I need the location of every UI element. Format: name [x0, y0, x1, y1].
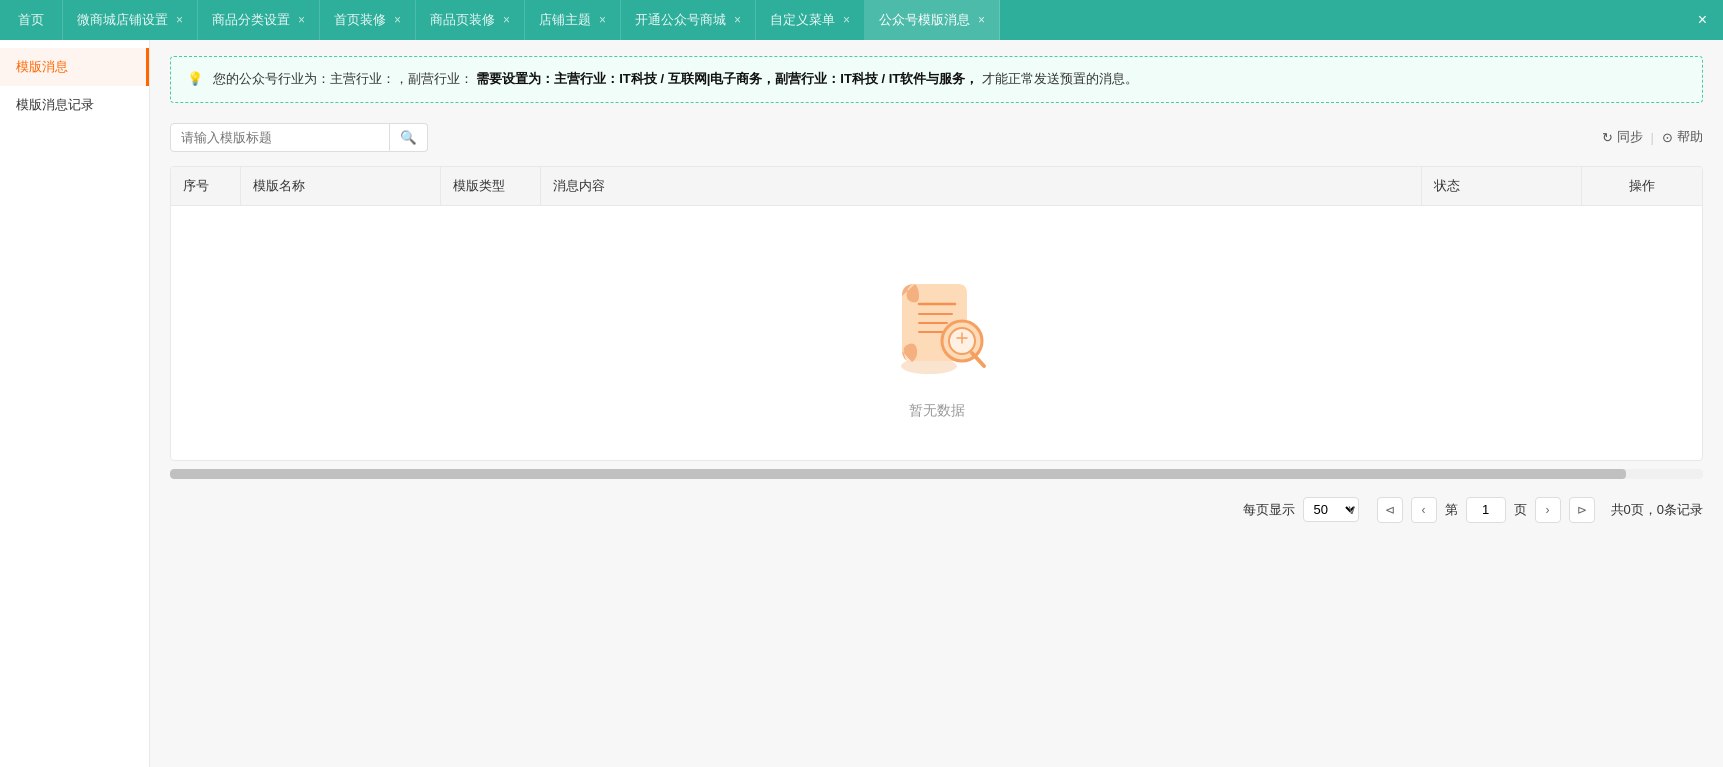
close-open-mall-icon[interactable]: ×	[734, 13, 741, 27]
close-shop-theme-icon[interactable]: ×	[599, 13, 606, 27]
last-page-icon: ⊳	[1577, 503, 1587, 517]
close-product-category-icon[interactable]: ×	[298, 13, 305, 27]
content-area: 💡 您的公众号行业为：主营行业：，副营行业： 需要设置为：主营行业：IT科技 /…	[150, 40, 1723, 767]
scrollbar-thumb[interactable]	[170, 469, 1626, 479]
sidebar-item-template-msg[interactable]: 模版消息	[0, 48, 149, 86]
next-page-button[interactable]: ›	[1535, 497, 1561, 523]
nav-tab-product-decor-label: 商品页装修	[430, 11, 495, 29]
search-right: ↻ 同步 | ⊙ 帮助	[1602, 128, 1703, 146]
nav-tab-weishop[interactable]: 微商城店铺设置 ×	[63, 0, 198, 40]
pagination: 每页显示 50 10 20 100 ∨ ⊲ ‹ 第 页 › ⊳ 共0	[170, 487, 1703, 533]
search-button[interactable]: 🔍	[390, 123, 428, 152]
horizontal-scrollbar[interactable]	[170, 469, 1703, 479]
close-product-decor-icon[interactable]: ×	[503, 13, 510, 27]
nav-tab-custom-menu[interactable]: 自定义菜单 ×	[756, 0, 865, 40]
nav-tab-open-mall[interactable]: 开通公众号商城 ×	[621, 0, 756, 40]
nav-tab-home[interactable]: 首页	[0, 0, 63, 40]
nav-tab-custom-menu-label: 自定义菜单	[770, 11, 835, 29]
th-seq: 序号	[171, 167, 241, 205]
nav-tab-shop-theme-label: 店铺主题	[539, 11, 591, 29]
sidebar-item-template-records[interactable]: 模版消息记录	[0, 86, 149, 124]
sidebar-item-template-records-label: 模版消息记录	[16, 97, 94, 112]
info-banner-suffix: 才能正常发送预置的消息。	[982, 71, 1138, 86]
info-banner-highlight: 需要设置为：主营行业：IT科技 / 互联网|电子商务，副营行业：IT科技 / I…	[476, 71, 978, 86]
table-header: 序号 模版名称 模版类型 消息内容 状态 操作	[171, 167, 1702, 206]
bulb-icon: 💡	[187, 71, 203, 86]
first-page-button[interactable]: ⊲	[1377, 497, 1403, 523]
help-button[interactable]: ⊙ 帮助	[1662, 128, 1703, 146]
close-home-decor-icon[interactable]: ×	[394, 13, 401, 27]
next-page-icon: ›	[1546, 503, 1550, 517]
nav-tab-shop-theme[interactable]: 店铺主题 ×	[525, 0, 621, 40]
nav-tab-product-decor[interactable]: 商品页装修 ×	[416, 0, 525, 40]
nav-tab-home-label: 首页	[18, 11, 44, 29]
help-icon: ⊙	[1662, 130, 1673, 145]
empty-illustration	[877, 266, 997, 386]
th-status: 状态	[1422, 167, 1582, 205]
empty-text: 暂无数据	[909, 402, 965, 420]
help-label: 帮助	[1677, 128, 1703, 146]
main-layout: 模版消息 模版消息记录 💡 您的公众号行业为：主营行业：，副营行业： 需要设置为…	[0, 40, 1723, 767]
prev-page-icon: ‹	[1422, 503, 1426, 517]
per-page-select[interactable]: 50 10 20 100	[1303, 497, 1359, 522]
total-info-label: 共0页，0条记录	[1611, 501, 1703, 519]
sync-button[interactable]: ↻ 同步	[1602, 128, 1643, 146]
close-all-button[interactable]: ×	[1682, 11, 1723, 29]
th-name: 模版名称	[241, 167, 441, 205]
last-page-button[interactable]: ⊳	[1569, 497, 1595, 523]
divider: |	[1651, 130, 1654, 145]
nav-tab-product-category[interactable]: 商品分类设置 ×	[198, 0, 320, 40]
nav-tab-template-msg[interactable]: 公众号模版消息 ×	[865, 0, 1000, 40]
empty-state: 暂无数据	[171, 206, 1702, 460]
nav-tab-home-decor-label: 首页装修	[334, 11, 386, 29]
nav-tab-template-msg-label: 公众号模版消息	[879, 11, 970, 29]
nav-tab-open-mall-label: 开通公众号商城	[635, 11, 726, 29]
th-action: 操作	[1582, 167, 1702, 205]
sidebar: 模版消息 模版消息记录	[0, 40, 150, 767]
data-table: 序号 模版名称 模版类型 消息内容 状态 操作	[170, 166, 1703, 461]
th-type: 模版类型	[441, 167, 541, 205]
prev-page-button[interactable]: ‹	[1411, 497, 1437, 523]
page-unit-label: 页	[1514, 501, 1527, 519]
first-page-icon: ⊲	[1385, 503, 1395, 517]
close-template-msg-icon[interactable]: ×	[978, 13, 985, 27]
info-banner: 💡 您的公众号行业为：主营行业：，副营行业： 需要设置为：主营行业：IT科技 /…	[170, 56, 1703, 103]
close-custom-menu-icon[interactable]: ×	[843, 13, 850, 27]
sync-label: 同步	[1617, 128, 1643, 146]
th-content: 消息内容	[541, 167, 1422, 205]
page-input[interactable]	[1466, 497, 1506, 523]
search-left: 🔍	[170, 123, 428, 152]
search-input[interactable]	[170, 123, 390, 152]
close-weishop-icon[interactable]: ×	[176, 13, 183, 27]
search-icon: 🔍	[400, 130, 417, 145]
per-page-label: 每页显示	[1243, 501, 1295, 519]
top-nav: 首页 微商城店铺设置 × 商品分类设置 × 首页装修 × 商品页装修 × 店铺主…	[0, 0, 1723, 40]
info-banner-prefix: 您的公众号行业为：主营行业：，副营行业：	[213, 71, 473, 86]
nav-tab-product-category-label: 商品分类设置	[212, 11, 290, 29]
sync-icon: ↻	[1602, 130, 1613, 145]
nav-tab-home-decor[interactable]: 首页装修 ×	[320, 0, 416, 40]
nav-tab-weishop-label: 微商城店铺设置	[77, 11, 168, 29]
sidebar-item-template-msg-label: 模版消息	[16, 59, 68, 74]
search-bar: 🔍 ↻ 同步 | ⊙ 帮助	[170, 123, 1703, 152]
page-prefix-label: 第	[1445, 501, 1458, 519]
